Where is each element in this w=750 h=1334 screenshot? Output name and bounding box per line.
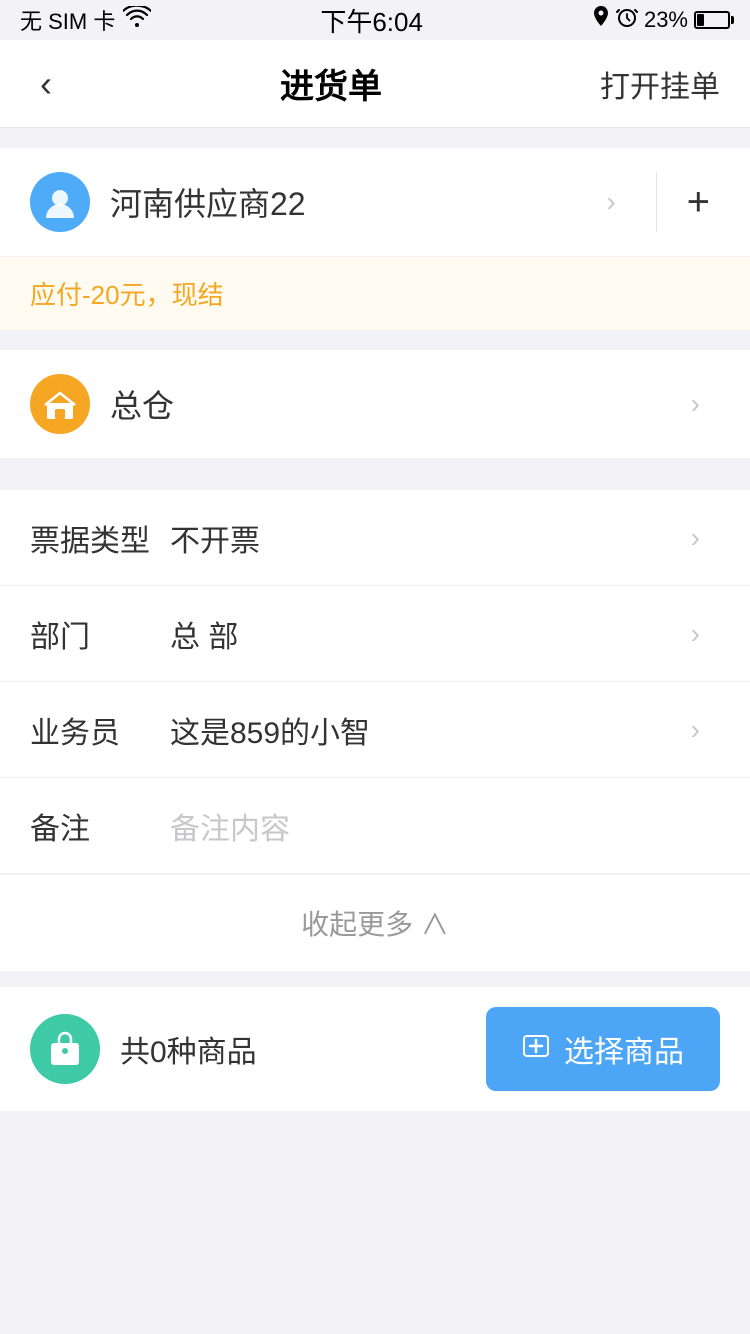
remark-row[interactable]: 备注 备注内容 xyxy=(0,778,750,874)
status-time: 下午6:04 xyxy=(320,2,423,39)
bottom-bar: 共0种商品 选择商品 xyxy=(0,987,750,1111)
warehouse-chevron-icon: › xyxy=(691,388,700,420)
invoice-row[interactable]: 票据类型 不开票 › xyxy=(0,490,750,586)
select-btn-label: 选择商品 xyxy=(564,1027,684,1071)
status-right: 23% xyxy=(592,6,730,34)
main-content: 河南供应商22 › + 应付-20元，现结 总仓 › 票据类型 不开票 xyxy=(0,128,750,1111)
gap3 xyxy=(0,474,750,490)
warehouse-name: 总仓 xyxy=(110,381,691,427)
remark-label: 备注 xyxy=(30,804,170,848)
dept-chevron-icon: › xyxy=(691,618,700,650)
invoice-chevron-icon: › xyxy=(691,522,700,554)
nav-bar: ‹ 进货单 打开挂单 xyxy=(0,40,750,128)
warehouse-icon-wrap xyxy=(30,374,90,434)
wifi-icon xyxy=(123,6,151,34)
dept-value: 总 部 xyxy=(170,612,691,656)
supplier-card: 河南供应商22 › + 应付-20元，现结 xyxy=(0,148,750,330)
invoice-label: 票据类型 xyxy=(30,516,170,560)
add-supplier-button[interactable]: + xyxy=(677,180,720,225)
collapse-button[interactable]: 收起更多 ∧ xyxy=(0,874,750,971)
dept-label: 部门 xyxy=(30,612,170,656)
alarm-icon xyxy=(616,6,638,34)
carrier-label: 无 SIM 卡 xyxy=(20,4,115,36)
select-btn-icon xyxy=(522,1032,554,1067)
supplier-name: 河南供应商22 xyxy=(110,179,606,225)
sales-row[interactable]: 业务员 这是859的小智 › xyxy=(0,682,750,778)
open-pending-button[interactable]: 打开挂单 xyxy=(600,62,720,106)
battery-percentage: 23% xyxy=(644,7,688,33)
back-button[interactable]: ‹ xyxy=(30,53,62,115)
divider xyxy=(656,172,657,232)
warehouse-card: 总仓 › xyxy=(0,350,750,458)
form-section: 票据类型 不开票 › 部门 总 部 › 业务员 这是859的小智 › 备注 备注… xyxy=(0,474,750,971)
supplier-chevron-icon: › xyxy=(606,186,615,218)
sales-label: 业务员 xyxy=(30,708,170,752)
product-count-label: 共0种商品 xyxy=(120,1027,486,1071)
select-product-button[interactable]: 选择商品 xyxy=(486,1007,720,1091)
location-icon xyxy=(592,6,610,34)
sales-value: 这是859的小智 xyxy=(170,708,691,752)
page-title: 进货单 xyxy=(280,59,382,108)
notice-banner: 应付-20元，现结 xyxy=(0,257,750,330)
supplier-avatar xyxy=(30,172,90,232)
status-left: 无 SIM 卡 xyxy=(20,4,151,36)
product-icon-wrap xyxy=(30,1014,100,1084)
remark-input[interactable]: 备注内容 xyxy=(170,804,720,848)
supplier-row[interactable]: 河南供应商22 › + xyxy=(0,148,750,257)
gap2 xyxy=(0,330,750,350)
gap1 xyxy=(0,128,750,148)
dept-row[interactable]: 部门 总 部 › xyxy=(0,586,750,682)
battery-fill xyxy=(697,14,704,26)
warehouse-row[interactable]: 总仓 › xyxy=(0,350,750,458)
sales-chevron-icon: › xyxy=(691,714,700,746)
battery-icon xyxy=(694,11,730,29)
invoice-value: 不开票 xyxy=(170,516,691,560)
status-bar: 无 SIM 卡 下午6:04 23% xyxy=(0,0,750,40)
